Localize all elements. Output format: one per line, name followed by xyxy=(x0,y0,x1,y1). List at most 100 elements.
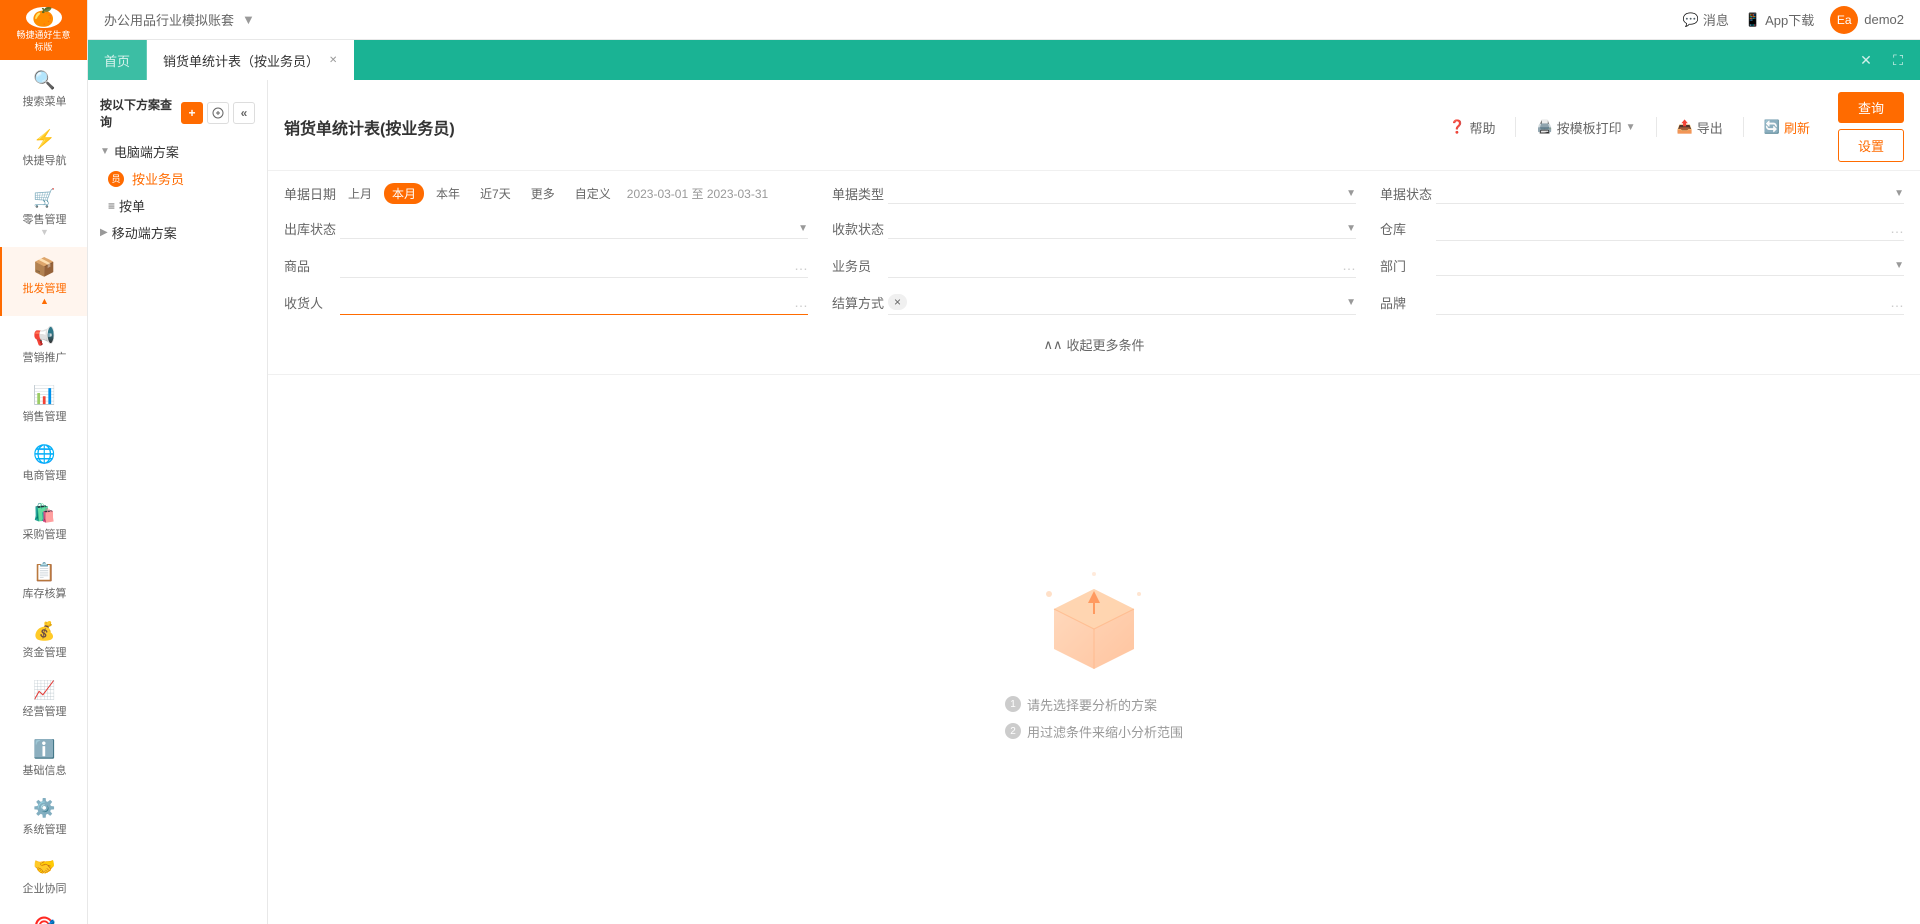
sidebar-item-finance[interactable]: 💰 资金管理 xyxy=(0,611,87,670)
sidebar-item-sales[interactable]: 📊 销售管理 xyxy=(0,375,87,434)
filter-settle: 结算方式 × ▼ xyxy=(832,290,1356,315)
empty-box-icon xyxy=(1034,559,1154,679)
tree-arrow-pc: ▼ xyxy=(100,146,110,157)
sidebar-item-system[interactable]: ⚙️ 系统管理 xyxy=(0,788,87,847)
date-tab-more[interactable]: 更多 xyxy=(523,183,563,204)
divider3 xyxy=(1743,117,1744,137)
sidebar-item-newbie[interactable]: 🎯 新手引导 xyxy=(0,906,87,924)
warehouse-field[interactable]: … xyxy=(1436,216,1904,241)
status-chevron-icon: ▼ xyxy=(1894,188,1904,199)
sidebar: 🍊 畅捷通好生意 标版 🔍 搜索菜单 ⚡ 快捷导航 🛒 零售管理 ▼ 📦 批发管… xyxy=(0,0,88,924)
app-download-btn[interactable]: 📱 App下载 xyxy=(1745,10,1814,29)
collapse-bar[interactable]: ∧∧ 收起更多条件 xyxy=(284,327,1904,362)
settle-tag-x[interactable]: × xyxy=(894,295,901,309)
sidebar-item-purchase[interactable]: 🛍️ 采购管理 xyxy=(0,493,87,552)
salesperson-field[interactable]: … xyxy=(888,253,1356,278)
sidebar-item-search[interactable]: 🔍 搜索菜单 xyxy=(0,60,87,119)
refresh-btn[interactable]: 🔄 刷新 xyxy=(1764,118,1810,137)
help-btn[interactable]: ❓ 帮助 xyxy=(1449,118,1495,137)
user-profile[interactable]: Ea demo2 xyxy=(1830,6,1904,34)
sidebar-item-enterprise[interactable]: 🤝 企业协同 xyxy=(0,847,87,906)
tree-item-pc[interactable]: ▼ 电脑端方案 xyxy=(88,138,267,165)
out-status-field[interactable]: ▼ xyxy=(340,219,808,239)
tab-home[interactable]: 首页 xyxy=(88,40,147,80)
pay-status-field[interactable]: ▼ xyxy=(888,219,1356,239)
salesperson-circle-icon: 员 xyxy=(108,171,124,187)
goods-field[interactable]: … xyxy=(340,253,808,278)
consignee-field[interactable]: … xyxy=(340,290,808,315)
date-tab-7days[interactable]: 近7天 xyxy=(472,183,519,204)
settings-button[interactable]: 设置 xyxy=(1838,129,1904,162)
settle-field[interactable]: × ▼ xyxy=(888,290,1356,315)
filter-salesperson: 业务员 … xyxy=(832,253,1356,278)
sidebar-item-label: 库存核算 xyxy=(23,585,67,601)
export-btn[interactable]: 📤 导出 xyxy=(1677,118,1723,137)
settle-label: 结算方式 xyxy=(832,293,888,312)
consignee-dots-icon: … xyxy=(794,294,808,310)
sidebar-logo: 🍊 畅捷通好生意 标版 xyxy=(0,0,87,60)
collapse-panel-btn[interactable]: « xyxy=(233,102,255,124)
sidebar-item-label: 快捷导航 xyxy=(23,152,67,168)
out-status-chevron-icon: ▼ xyxy=(798,223,808,234)
dropdown-icon[interactable]: ▼ xyxy=(242,12,255,27)
tree-item-salesperson[interactable]: 员 按业务员 xyxy=(88,165,267,192)
expand-tab-btn[interactable]: ⛶ xyxy=(1884,46,1912,74)
type-chevron-icon: ▼ xyxy=(1346,188,1356,199)
filter-goods: 商品 … xyxy=(284,253,808,278)
panel-title: 按以下方案查询 xyxy=(100,96,181,130)
add-scheme-btn[interactable]: + xyxy=(181,102,203,124)
topbar: 办公用品行业模拟账套 ▼ 💬 消息 📱 App下载 Ea demo2 xyxy=(88,0,1920,40)
sidebar-menu: 🔍 搜索菜单 ⚡ 快捷导航 🛒 零售管理 ▼ 📦 批发管理 ▲ 📢 营销推广 📊… xyxy=(0,60,87,924)
basic-icon: ℹ️ xyxy=(33,739,55,760)
print-btn[interactable]: 🖨️ 按模板打印 ▼ xyxy=(1536,118,1635,137)
btn-area: 查询 设置 xyxy=(1822,92,1904,162)
avatar: Ea xyxy=(1830,6,1858,34)
brand-field[interactable]: … xyxy=(1436,290,1904,315)
sidebar-item-marketing[interactable]: 📢 营销推广 xyxy=(0,316,87,375)
sidebar-item-label: 经营管理 xyxy=(23,703,67,719)
empty-hints: 1 请先选择要分析的方案 2 用过滤条件来缩小分析范围 xyxy=(1005,695,1183,741)
page-header: 销货单统计表(按业务员) ❓ 帮助 🖨️ 按模板打印 ▼ 📤 xyxy=(268,80,1920,171)
date-tab-custom[interactable]: 自定义 xyxy=(567,183,619,204)
date-tab-this-year[interactable]: 本年 xyxy=(428,183,468,204)
wholesale-icon: 📦 xyxy=(33,257,55,278)
tree-item-by-order[interactable]: ≡ 按单 xyxy=(88,192,267,219)
tree-item-mobile[interactable]: ▶ 移动端方案 xyxy=(88,219,267,246)
status-field[interactable]: ▼ xyxy=(1436,184,1904,204)
minimize-tab-btn[interactable]: ✕ xyxy=(1852,46,1880,74)
username: demo2 xyxy=(1864,12,1904,27)
empty-illustration xyxy=(1034,559,1154,679)
date-tab-last-month[interactable]: 上月 xyxy=(340,183,380,204)
sidebar-item-basic[interactable]: ℹ️ 基础信息 xyxy=(0,729,87,788)
top-title: 办公用品行业模拟账套 xyxy=(104,10,234,29)
sidebar-item-shortcuts[interactable]: ⚡ 快捷导航 xyxy=(0,119,87,178)
sidebar-item-retail[interactable]: 🛒 零售管理 ▼ xyxy=(0,178,87,247)
messages-btn[interactable]: 💬 消息 xyxy=(1683,10,1729,29)
edit-scheme-btn[interactable] xyxy=(207,102,229,124)
sidebar-item-inventory[interactable]: 📋 库存核算 xyxy=(0,552,87,611)
tab-close-icon[interactable]: ✕ xyxy=(329,55,337,66)
sidebar-item-wholesale[interactable]: 📦 批发管理 ▲ xyxy=(0,247,87,316)
tabs-bar: 首页 销货单统计表（按业务员） ✕ ✕ ⛶ xyxy=(88,40,1920,80)
page-title: 销货单统计表(按业务员) xyxy=(284,115,455,139)
logo-text: 畅捷通好生意 xyxy=(16,30,70,41)
pay-status-label: 收款状态 xyxy=(832,219,888,238)
tab-sales-stat[interactable]: 销货单统计表（按业务员） ✕ xyxy=(147,40,354,80)
filter-brand: 品牌 … xyxy=(1380,290,1904,315)
help-icon: ❓ xyxy=(1449,119,1465,135)
date-tab-this-month[interactable]: 本月 xyxy=(384,183,424,204)
query-button[interactable]: 查询 xyxy=(1838,92,1904,123)
sidebar-item-label: 采购管理 xyxy=(23,526,67,542)
filter-date: 单据日期 上月 本月 本年 近7天 更多 自定义 2023-03-01 至 20… xyxy=(284,183,808,204)
dept-field[interactable]: ▼ xyxy=(1436,256,1904,276)
sidebar-item-label: 搜索菜单 xyxy=(23,93,67,109)
type-label: 单据类型 xyxy=(832,184,888,203)
settle-clear-tag[interactable]: × xyxy=(888,294,907,310)
type-field[interactable]: ▼ xyxy=(888,184,1356,204)
sidebar-item-operations[interactable]: 📈 经营管理 xyxy=(0,670,87,729)
operations-icon: 📈 xyxy=(33,680,55,701)
sidebar-item-ecommerce[interactable]: 🌐 电商管理 xyxy=(0,434,87,493)
filter-type: 单据类型 ▼ xyxy=(832,184,1356,204)
retail-icon: 🛒 xyxy=(33,188,55,209)
tab-home-label: 首页 xyxy=(104,51,130,70)
